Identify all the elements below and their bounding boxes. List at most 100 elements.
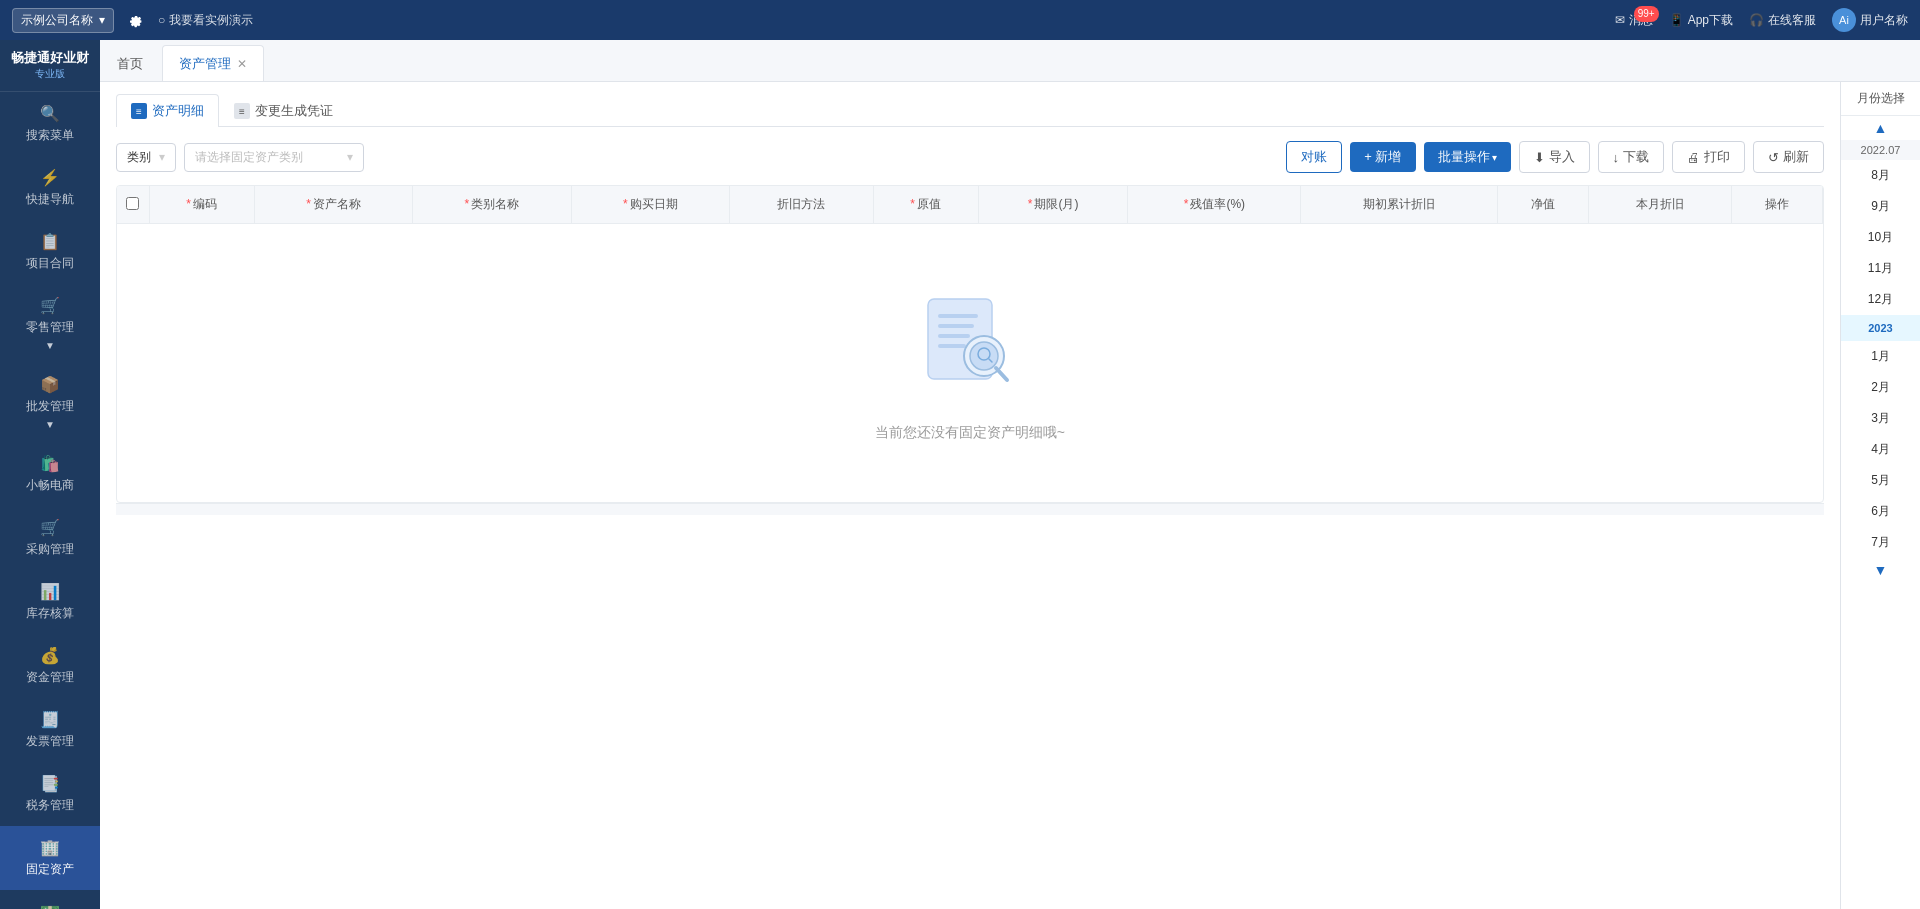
inventory-icon: 📊 [40,582,60,601]
col-code: *编码 [149,186,254,224]
year-2022-label[interactable]: 2022.07 [1841,140,1920,160]
app-icon: 📱 [1669,13,1684,27]
select-all-checkbox[interactable] [126,197,139,210]
demo-link-text: 我要看实例演示 [169,12,253,29]
sub-tab-change-voucher[interactable]: ≡ 变更生成凭证 [219,94,348,127]
month-up-button[interactable]: ▲ [1841,116,1920,140]
refresh-button[interactable]: ↺ 刷新 [1753,141,1824,173]
reconcile-button[interactable]: 对账 [1286,141,1342,173]
sidebar-label: 库存核算 [26,605,74,622]
month-item-2022-12[interactable]: 12月 [1841,284,1920,315]
month-item-2023-1[interactable]: 1月 [1841,341,1920,372]
data-table: *编码 *资产名称 *类别名称 *购买日期 折旧方法 *原值 *期限(月) *残… [117,186,1823,502]
sidebar-label: 资金管理 [26,669,74,686]
brand: 畅捷通好业财 专业版 [0,40,100,92]
tab-home[interactable]: 首页 [100,45,160,81]
finance-icon: 💰 [40,646,60,665]
month-item-2023-6[interactable]: 6月 [1841,496,1920,527]
import-icon: ⬇ [1534,150,1545,165]
tab-asset-mgmt-label: 资产管理 [179,55,231,73]
svg-line-7 [996,368,1007,380]
category-select[interactable]: 类别 ▾ [116,143,176,172]
sidebar-item-invoice[interactable]: 🧾 发票管理 [0,698,100,762]
app-download-button[interactable]: 📱 App下载 [1669,12,1733,29]
month-item-2023-2[interactable]: 2月 [1841,372,1920,403]
app-download-label: App下载 [1688,12,1733,29]
col-net-value: 净值 [1498,186,1589,224]
retail-icon: 🛒 [40,296,60,315]
month-item-2022-10[interactable]: 10月 [1841,222,1920,253]
month-item-2023-3[interactable]: 3月 [1841,403,1920,434]
sidebar-item-ecommerce[interactable]: 🛍️ 小畅电商 [0,442,100,506]
month-item-2023-5[interactable]: 5月 [1841,465,1920,496]
bottom-scrollbar[interactable] [116,503,1824,515]
company-selector[interactable]: 示例公司名称 ▾ [12,8,114,33]
col-monthly-depreciation: 本月折旧 [1588,186,1732,224]
invoice-icon: 🧾 [40,710,60,729]
sub-tab-change-voucher-label: 变更生成凭证 [255,102,333,120]
svg-rect-4 [938,344,966,348]
sidebar-label: 小畅电商 [26,477,74,494]
download-button[interactable]: ↓ 下载 [1598,141,1665,173]
sidebar-item-fixed-assets[interactable]: 🏢 固定资产 [0,826,100,890]
sidebar-item-search-menu[interactable]: 🔍 搜索菜单 [0,92,100,156]
user-menu[interactable]: Ai 用户名称 [1832,8,1908,32]
sidebar-item-finance[interactable]: 💰 资金管理 [0,634,100,698]
month-item-2022-8[interactable]: 8月 [1841,160,1920,191]
online-service-label: 在线客服 [1768,12,1816,29]
print-button[interactable]: 🖨 打印 [1672,141,1745,173]
print-icon: 🖨 [1687,150,1700,165]
sidebar-item-retail-mgmt[interactable]: 🛒 零售管理 ▼ [0,284,100,363]
month-item-2022-9[interactable]: 9月 [1841,191,1920,222]
sidebar-item-quick-nav[interactable]: ⚡ 快捷导航 [0,156,100,220]
import-button[interactable]: ⬇ 导入 [1519,141,1590,173]
table-wrap: *编码 *资产名称 *类别名称 *购买日期 折旧方法 *原值 *期限(月) *残… [116,185,1824,503]
demo-icon: ○ [158,13,165,27]
empty-text: 当前您还没有固定资产明细哦~ [875,424,1065,442]
sidebar-label: 项目合同 [26,255,74,272]
tab-close-icon[interactable]: ✕ [237,57,247,71]
sidebar-label: 税务管理 [26,797,74,814]
wholesale-icon: 📦 [40,375,60,394]
month-item-2022-11[interactable]: 11月 [1841,253,1920,284]
sub-tab-asset-detail[interactable]: ≡ 资产明细 [116,94,219,127]
sidebar-label: 采购管理 [26,541,74,558]
batch-caret-icon: ▾ [1492,152,1497,163]
brand-sub: 专业版 [8,67,92,81]
settings-button[interactable] [122,6,150,34]
add-label: + 新增 [1364,148,1401,166]
sidebar-item-purchase-mgmt[interactable]: 🛒 采购管理 [0,506,100,570]
sub-tab-asset-detail-label: 资产明细 [152,102,204,120]
expand-arrow-icon: ▼ [45,340,55,351]
month-item-2023-4[interactable]: 4月 [1841,434,1920,465]
company-name: 示例公司名称 [21,12,93,29]
add-button[interactable]: + 新增 [1350,142,1415,172]
message-button[interactable]: ✉ 消息 99+ [1615,12,1653,29]
month-panel-title: 月份选择 [1841,82,1920,116]
sidebar-item-inventory[interactable]: 📊 库存核算 [0,570,100,634]
online-service-button[interactable]: 🎧 在线客服 [1749,12,1816,29]
demo-link[interactable]: ○ 我要看实例演示 [158,12,253,29]
refresh-label: 刷新 [1783,148,1809,166]
sidebar-item-payroll[interactable]: 💵 工资 [0,890,100,909]
headset-icon: 🎧 [1749,13,1764,27]
refresh-icon: ↺ [1768,150,1779,165]
sidebar-item-tax[interactable]: 📑 税务管理 [0,762,100,826]
col-original-value: *原值 [873,186,978,224]
content-area: 首页 资产管理 ✕ ≡ 资产明细 ≡ 变更生成凭证 [100,40,1920,909]
username: 用户名称 [1860,12,1908,29]
batch-button[interactable]: 批量操作 ▾ [1424,142,1511,172]
inner-content: ≡ 资产明细 ≡ 变更生成凭证 类别 ▾ [100,82,1840,909]
month-item-2023-7[interactable]: 7月 [1841,527,1920,558]
col-depreciation-method: 折旧方法 [729,186,873,224]
filter-area: 类别 ▾ 请选择固定资产类别 ▾ [116,143,1278,172]
col-operation: 操作 [1732,186,1823,224]
col-name: *资产名称 [254,186,412,224]
col-purchase-date: *购买日期 [571,186,729,224]
month-down-button[interactable]: ▼ [1841,558,1920,582]
message-badge: 99+ [1634,6,1659,22]
sidebar-item-project-contract[interactable]: 📋 项目合同 [0,220,100,284]
category-input[interactable]: 请选择固定资产类别 ▾ [184,143,364,172]
sidebar-item-wholesale-mgmt[interactable]: 📦 批发管理 ▼ [0,363,100,442]
tab-asset-mgmt[interactable]: 资产管理 ✕ [162,45,264,81]
